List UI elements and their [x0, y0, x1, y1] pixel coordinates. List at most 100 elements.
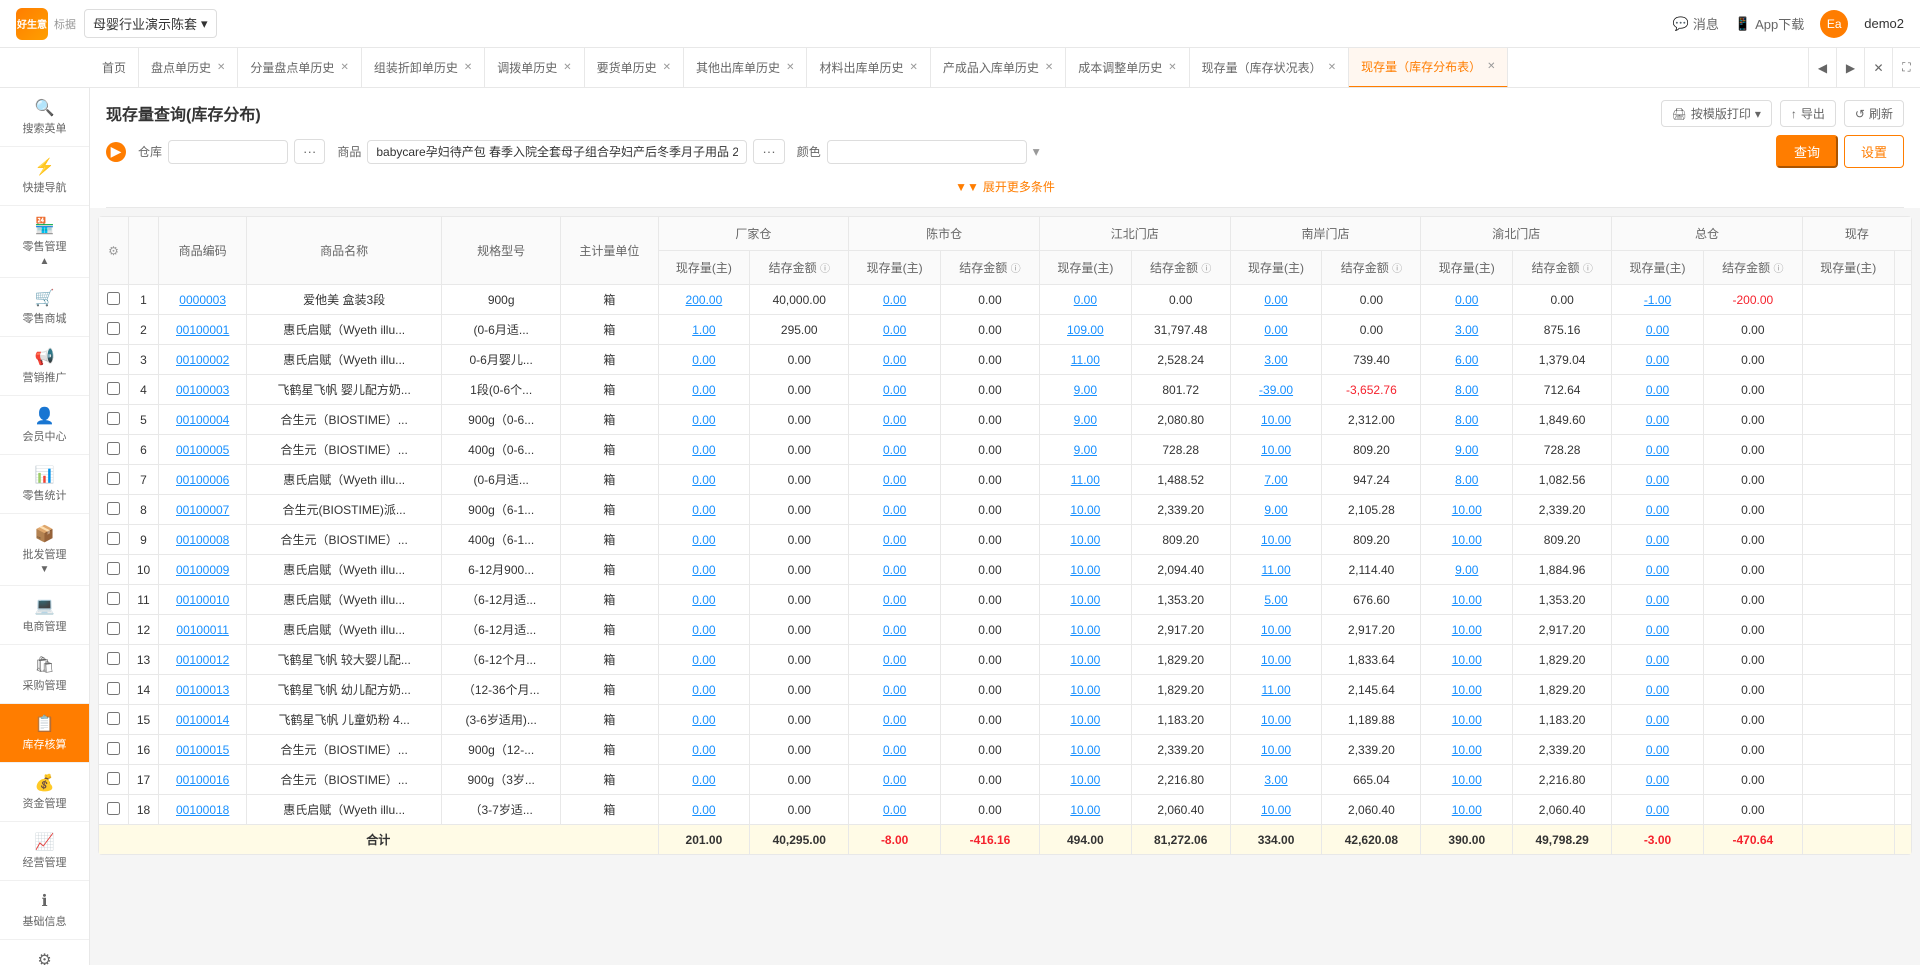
tab-order[interactable]: 要货单历史 ✕ [585, 48, 684, 88]
sidebar-item-retail-stat[interactable]: 📊 零售统计 [0, 455, 89, 514]
product-code-link[interactable]: 00100010 [176, 593, 229, 607]
info-yuzhong-icon[interactable]: ⓘ [1583, 264, 1593, 275]
row-checkbox[interactable] [99, 435, 129, 465]
sidebar-item-mall[interactable]: 🛒 零售商城 [0, 278, 89, 337]
product-code-link[interactable]: 00100003 [176, 383, 229, 397]
sidebar-item-nav[interactable]: ⚡ 快捷导航 [0, 147, 89, 206]
product-code-link[interactable]: 00100009 [176, 563, 229, 577]
checkbox-input[interactable] [107, 802, 120, 815]
tab-home[interactable]: 首页 [90, 48, 139, 88]
nav-expand[interactable]: ⛶ [1892, 48, 1920, 88]
row-checkbox[interactable] [99, 345, 129, 375]
nav-prev[interactable]: ◀ [1808, 48, 1836, 88]
sidebar-item-stock[interactable]: 📋 库存核算 [0, 704, 89, 763]
product-code-link[interactable]: 00100006 [176, 473, 229, 487]
sidebar-item-member[interactable]: 👤 会员中心 [0, 396, 89, 455]
store-selector[interactable]: 母婴行业演示陈套 ▾ [84, 9, 217, 38]
goods-browse-btn[interactable]: ··· [753, 139, 784, 164]
product-code-link[interactable]: 00100012 [176, 653, 229, 667]
color-dropdown-btn[interactable]: ▾ [1033, 144, 1040, 160]
row-checkbox[interactable] [99, 675, 129, 705]
sidebar-item-finance[interactable]: 💰 资金管理 [0, 763, 89, 822]
close-icon[interactable]: ✕ [464, 62, 472, 73]
close-icon[interactable]: ✕ [563, 62, 571, 73]
checkbox-input[interactable] [107, 472, 120, 485]
sidebar-item-retail-mgmt[interactable]: 🏪 零售管理 ▲ [0, 206, 89, 278]
checkbox-input[interactable] [107, 592, 120, 605]
close-icon[interactable]: ✕ [1045, 62, 1053, 73]
tab-transfer[interactable]: 调拨单历史 ✕ [485, 48, 584, 88]
sidebar-item-purchase[interactable]: 🛍 采购管理 [0, 645, 89, 704]
nav-next[interactable]: ▶ [1836, 48, 1864, 88]
product-code-link[interactable]: 00100013 [176, 683, 229, 697]
row-checkbox[interactable] [99, 795, 129, 825]
close-icon[interactable]: ✕ [340, 62, 348, 73]
query-btn[interactable]: 查询 [1776, 135, 1838, 168]
checkbox-input[interactable] [107, 442, 120, 455]
close-icon[interactable]: ✕ [1487, 61, 1495, 72]
nav-close-all[interactable]: ✕ [1864, 48, 1892, 88]
product-code-link[interactable]: 00100016 [176, 773, 229, 787]
row-checkbox[interactable] [99, 765, 129, 795]
close-icon[interactable]: ✕ [786, 62, 794, 73]
checkbox-input[interactable] [107, 382, 120, 395]
sidebar-item-wholesale[interactable]: 📦 批发管理 ▼ [0, 514, 89, 586]
close-icon[interactable]: ✕ [1328, 62, 1336, 73]
settings-btn[interactable]: 设置 [1844, 135, 1904, 168]
warehouse-browse-btn[interactable]: ··· [294, 139, 325, 164]
row-checkbox[interactable] [99, 615, 129, 645]
expand-toggle-btn[interactable]: ▶ [106, 142, 126, 162]
row-checkbox[interactable] [99, 405, 129, 435]
checkbox-input[interactable] [107, 742, 120, 755]
product-code-link[interactable]: 00100002 [176, 353, 229, 367]
info-jiangbei-icon[interactable]: ⓘ [1201, 264, 1211, 275]
info-nanan-icon[interactable]: ⓘ [1392, 264, 1402, 275]
print-btn[interactable]: 🖨 按模版打印 ▾ [1661, 100, 1772, 127]
tab-cost-adjust[interactable]: 成本调整单历史 ✕ [1066, 48, 1189, 88]
product-code-link[interactable]: 00100001 [176, 323, 229, 337]
goods-input[interactable] [367, 140, 747, 164]
close-icon[interactable]: ✕ [663, 62, 671, 73]
checkbox-input[interactable] [107, 532, 120, 545]
row-checkbox[interactable] [99, 375, 129, 405]
row-checkbox[interactable] [99, 735, 129, 765]
message-btn[interactable]: 💬 消息 [1673, 14, 1719, 33]
sidebar-item-marketing[interactable]: 📢 营销推广 [0, 337, 89, 396]
tab-split[interactable]: 分量盘点单历史 ✕ [238, 48, 361, 88]
tab-inventory[interactable]: 盘点单历史 ✕ [139, 48, 238, 88]
checkbox-input[interactable] [107, 712, 120, 725]
sidebar-item-basic[interactable]: ℹ 基础信息 [0, 881, 89, 940]
product-code-link[interactable]: 00100014 [176, 713, 229, 727]
tab-stock-dist[interactable]: 现存量（库存分布表） ✕ [1349, 48, 1508, 88]
row-checkbox[interactable] [99, 285, 129, 315]
table-settings-icon[interactable]: ⚙ [108, 244, 119, 258]
app-download-btn[interactable]: 📱 App下载 [1735, 14, 1804, 33]
tab-outbound[interactable]: 其他出库单历史 ✕ [684, 48, 807, 88]
tab-finished[interactable]: 产成品入库单历史 ✕ [931, 48, 1066, 88]
info-total-icon[interactable]: ⓘ [1774, 264, 1784, 275]
sidebar-item-search[interactable]: 🔍 搜索英单 [0, 88, 89, 147]
checkbox-input[interactable] [107, 412, 120, 425]
user-avatar[interactable]: Ea [1820, 10, 1848, 38]
checkbox-input[interactable] [107, 682, 120, 695]
info-factory-icon[interactable]: ⓘ [820, 264, 830, 275]
row-checkbox[interactable] [99, 495, 129, 525]
row-checkbox[interactable] [99, 555, 129, 585]
row-checkbox[interactable] [99, 705, 129, 735]
checkbox-input[interactable] [107, 502, 120, 515]
checkbox-input[interactable] [107, 352, 120, 365]
row-checkbox[interactable] [99, 465, 129, 495]
expand-conditions-btn[interactable]: ▼▼ 展开更多条件 [955, 174, 1055, 199]
product-code-link[interactable]: 00100008 [176, 533, 229, 547]
tab-stock-status[interactable]: 现存量（库存状况表） ✕ [1190, 48, 1349, 88]
product-code-link[interactable]: 00100007 [176, 503, 229, 517]
row-checkbox[interactable] [99, 585, 129, 615]
info-chenshi-icon[interactable]: ⓘ [1011, 264, 1021, 275]
close-icon[interactable]: ✕ [217, 62, 225, 73]
tab-material[interactable]: 材料出库单历史 ✕ [807, 48, 930, 88]
sidebar-item-operations[interactable]: 📈 经营管理 [0, 822, 89, 881]
row-checkbox[interactable] [99, 645, 129, 675]
warehouse-input[interactable] [168, 140, 288, 164]
export-btn[interactable]: ↑ 导出 [1780, 100, 1836, 127]
product-code-link[interactable]: 00100011 [176, 623, 229, 637]
